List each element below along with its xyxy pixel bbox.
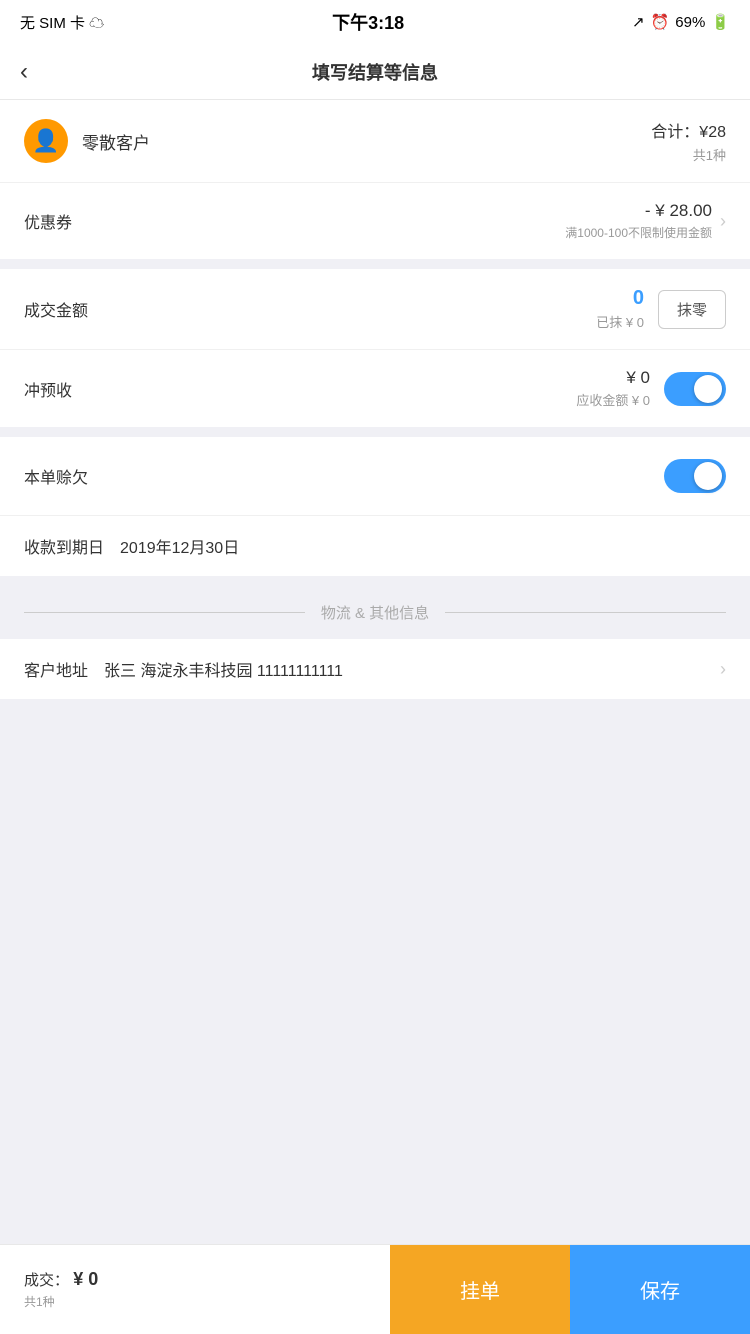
deal-amount-label: 成交金额 bbox=[24, 297, 88, 321]
main-content: 👤 零散客户 合计：¥28 共1种 优惠券 - ¥ 28.00 满1000-10… bbox=[0, 100, 750, 999]
page-title: 填写结算等信息 bbox=[312, 59, 438, 85]
due-date-row: 收款到期日 2019年12月30日 bbox=[0, 515, 750, 576]
hold-button[interactable]: 挂单 bbox=[390, 1245, 570, 1334]
pre-collection-sub: 应收金额 ¥ 0 bbox=[576, 390, 650, 409]
status-bar: 无 SIM 卡 ☁ 下午3:18 ↗ ⏰ 69% 🔋 bbox=[0, 0, 750, 44]
customer-card: 👤 零散客户 合计：¥28 共1种 优惠券 - ¥ 28.00 满1000-10… bbox=[0, 100, 750, 259]
customer-right: 合计：¥28 共1种 bbox=[651, 118, 726, 164]
pre-collection-row: 冲预收 ¥ 0 应收金额 ¥ 0 bbox=[0, 349, 750, 427]
coupon-info: - ¥ 28.00 满1000-100不限制使用金额 bbox=[565, 201, 712, 241]
status-left: 无 SIM 卡 ☁ bbox=[20, 12, 104, 33]
coupon-chevron-icon: › bbox=[720, 211, 726, 232]
battery-icon: 🔋 bbox=[711, 13, 730, 31]
bottom-info: 成交： ¥ 0 共1种 bbox=[0, 1269, 390, 1310]
save-button[interactable]: 保存 bbox=[570, 1245, 750, 1334]
gray-area bbox=[0, 699, 750, 899]
bottom-deal-amount: ¥ 0 bbox=[73, 1269, 98, 1289]
avatar: 👤 bbox=[24, 119, 68, 163]
coupon-amount: - ¥ 28.00 bbox=[565, 201, 712, 221]
owing-toggle-knob bbox=[694, 462, 722, 490]
alarm-icon: ⏰ bbox=[651, 13, 670, 31]
pre-collection-value-wrap: ¥ 0 应收金额 ¥ 0 bbox=[576, 368, 650, 409]
customer-name: 零散客户 bbox=[82, 129, 150, 154]
deal-card: 成交金额 0 已抹 ¥ 0 抹零 冲预收 ¥ 0 应收金额 ¥ 0 bbox=[0, 269, 750, 427]
address-chevron-icon: › bbox=[720, 659, 726, 680]
logistics-header: 物流 & 其他信息 bbox=[0, 586, 750, 639]
location-icon: ↗ bbox=[632, 13, 645, 31]
customer-left: 👤 零散客户 bbox=[24, 119, 150, 163]
owing-label: 本单赊欠 bbox=[24, 464, 88, 488]
round-down-button[interactable]: 抹零 bbox=[658, 290, 726, 329]
coupon-label: 优惠券 bbox=[24, 209, 72, 233]
pre-collection-toggle[interactable] bbox=[664, 372, 726, 406]
address-value: 张三 海淀永丰科技园 11111111111 bbox=[104, 657, 712, 681]
deal-amount-value-wrap: 0 已抹 ¥ 0 bbox=[596, 287, 644, 331]
address-row[interactable]: 客户地址 张三 海淀永丰科技园 11111111111 › bbox=[0, 639, 750, 699]
deal-amount-value: 0 bbox=[596, 287, 644, 310]
pre-collection-right: ¥ 0 应收金额 ¥ 0 bbox=[576, 368, 726, 409]
owing-card: 本单赊欠 收款到期日 2019年12月30日 bbox=[0, 437, 750, 576]
total-count: 共1种 bbox=[651, 145, 726, 164]
bottom-deal-row: 成交： ¥ 0 bbox=[24, 1269, 366, 1290]
sim-status: 无 SIM 卡 ☁ bbox=[20, 12, 104, 33]
due-date-label: 收款到期日 bbox=[24, 534, 104, 558]
deal-amount-right: 0 已抹 ¥ 0 抹零 bbox=[596, 287, 726, 331]
pre-collection-value: ¥ 0 bbox=[576, 368, 650, 388]
bottom-count: 共1种 bbox=[24, 1293, 366, 1310]
deal-amount-sub: 已抹 ¥ 0 bbox=[596, 312, 644, 331]
coupon-right: - ¥ 28.00 满1000-100不限制使用金额 › bbox=[565, 201, 726, 241]
back-button[interactable]: ‹ bbox=[20, 58, 28, 86]
toggle-knob bbox=[694, 375, 722, 403]
coupon-row[interactable]: 优惠券 - ¥ 28.00 满1000-100不限制使用金额 › bbox=[0, 182, 750, 259]
logistics-header-text: 物流 & 其他信息 bbox=[321, 602, 429, 623]
owing-row: 本单赊欠 bbox=[0, 437, 750, 515]
address-label: 客户地址 bbox=[24, 657, 88, 681]
bottom-deal-label: 成交： bbox=[24, 1272, 69, 1289]
pre-collection-label: 冲预收 bbox=[24, 377, 72, 401]
nav-bar: ‹ 填写结算等信息 bbox=[0, 44, 750, 100]
battery-level: 69% bbox=[675, 14, 705, 31]
coupon-desc: 满1000-100不限制使用金额 bbox=[565, 224, 712, 241]
status-time: 下午3:18 bbox=[332, 9, 404, 35]
status-right: ↗ ⏰ 69% 🔋 bbox=[632, 13, 730, 31]
owing-toggle[interactable] bbox=[664, 459, 726, 493]
total-amount: 合计：¥28 bbox=[651, 118, 726, 142]
deal-amount-row: 成交金额 0 已抹 ¥ 0 抹零 bbox=[0, 269, 750, 349]
customer-row: 👤 零散客户 合计：¥28 共1种 bbox=[0, 100, 750, 182]
due-date-value: 2019年12月30日 bbox=[120, 534, 239, 558]
bottom-bar: 成交： ¥ 0 共1种 挂单 保存 bbox=[0, 1244, 750, 1334]
